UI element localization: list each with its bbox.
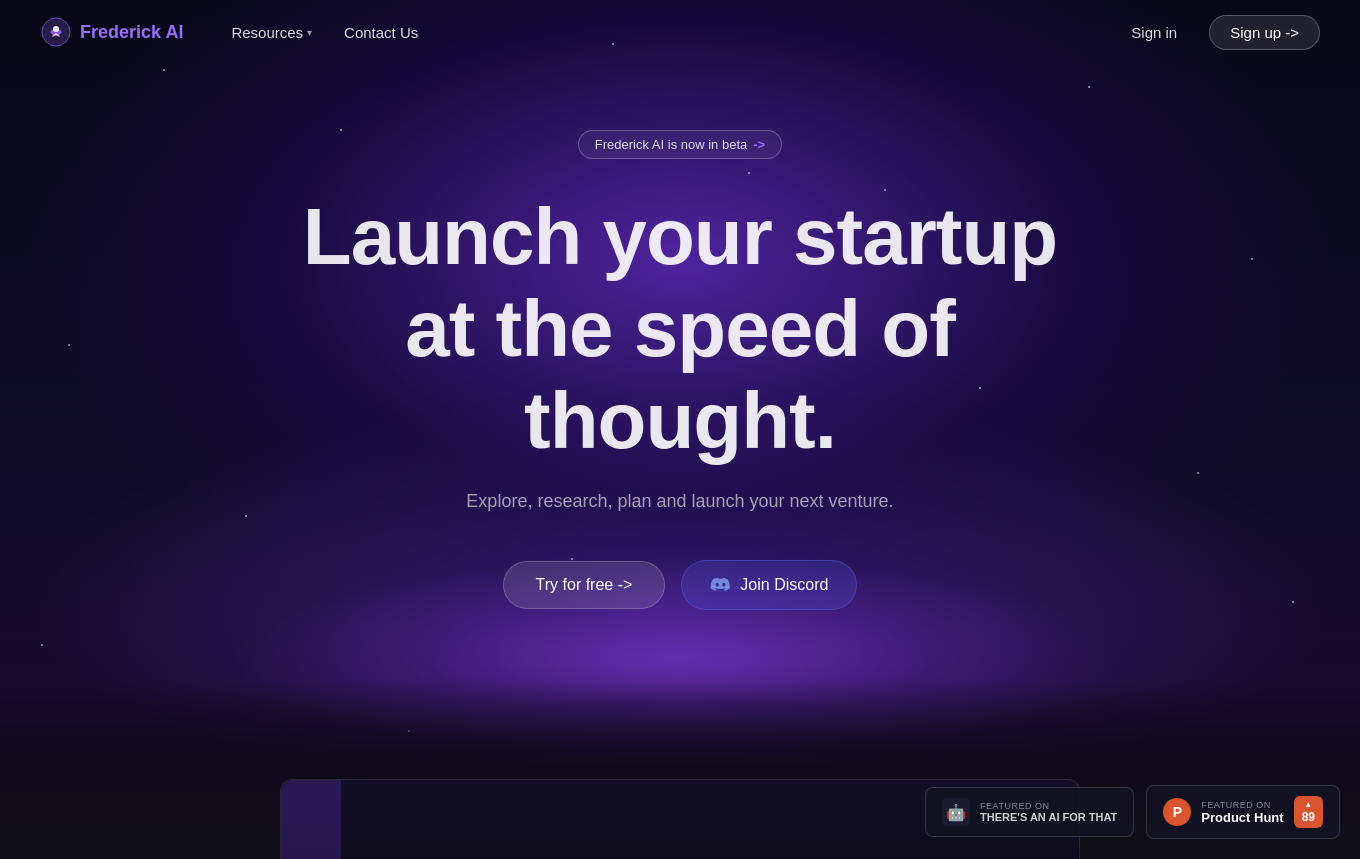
logo[interactable]: Frederick AI — [40, 16, 183, 48]
product-hunt-count: ▲ 89 — [1294, 796, 1323, 828]
svg-point-1 — [53, 26, 59, 32]
nav-left: Frederick AI Resources ▾ Contact Us — [40, 16, 418, 48]
hero-buttons: Try for free -> Join Discord — [503, 560, 858, 610]
ai-badge-text: FEATURED ON THERE'S AN AI FOR THAT — [980, 801, 1117, 823]
join-discord-button[interactable]: Join Discord — [681, 560, 857, 610]
beta-badge-arrow: -> — [753, 137, 765, 152]
bottom-badges: 🤖 FEATURED ON THERE'S AN AI FOR THAT P F… — [925, 785, 1340, 839]
beta-badge[interactable]: Frederick AI is now in beta -> — [578, 130, 782, 159]
ai-badge[interactable]: 🤖 FEATURED ON THERE'S AN AI FOR THAT — [925, 787, 1134, 837]
hero-section: Frederick AI is now in beta -> Launch yo… — [0, 0, 1360, 859]
product-hunt-badge[interactable]: P FEATURED ON Product Hunt ▲ 89 — [1146, 785, 1340, 839]
ai-badge-icon: 🤖 — [942, 798, 970, 826]
signin-button[interactable]: Sign in — [1115, 16, 1193, 49]
nav-right: Sign in Sign up -> — [1115, 15, 1320, 50]
hero-title: Launch your startup at the speed of thou… — [303, 191, 1057, 467]
ph-badge-text: FEATURED ON Product Hunt — [1201, 800, 1283, 825]
logo-text: Frederick AI — [80, 22, 183, 43]
navbar: Frederick AI Resources ▾ Contact Us Sign… — [0, 0, 1360, 64]
discord-icon — [710, 575, 730, 595]
chevron-down-icon: ▾ — [307, 27, 312, 38]
signup-button[interactable]: Sign up -> — [1209, 15, 1320, 50]
nav-links: Resources ▾ Contact Us — [231, 24, 418, 41]
contact-link[interactable]: Contact Us — [344, 24, 418, 41]
try-free-button[interactable]: Try for free -> — [503, 561, 666, 609]
logo-icon — [40, 16, 72, 48]
resources-link[interactable]: Resources ▾ — [231, 24, 312, 41]
product-hunt-icon: P — [1163, 798, 1191, 826]
hero-subtitle: Explore, research, plan and launch your … — [466, 491, 893, 512]
